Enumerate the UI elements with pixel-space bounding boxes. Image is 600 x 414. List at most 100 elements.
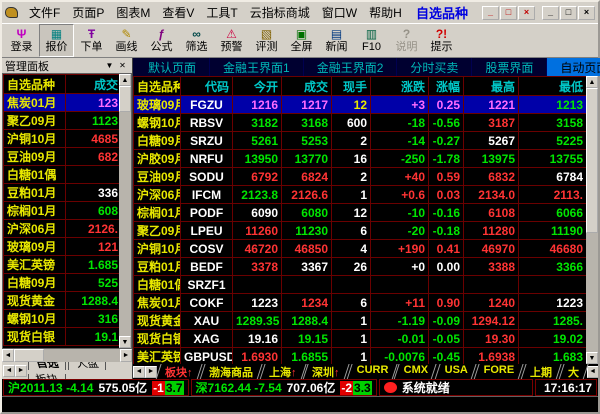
news-button[interactable]: ▤ 新闻: [319, 24, 354, 57]
market-tab-渤海商品[interactable]: 渤海商品: [198, 364, 263, 379]
tabs-scroll-left-icon[interactable]: ◄: [586, 365, 598, 378]
quote-vertical-scrollbar[interactable]: ▲ ▼: [586, 76, 598, 364]
watchlist-row[interactable]: 沪深06月 2126.: [3, 219, 119, 238]
tabs-scroll-left-icon[interactable]: ◄: [3, 364, 15, 377]
watchlist-row[interactable]: 焦炭01月 123: [3, 93, 119, 112]
menubar-item[interactable]: 页面P: [66, 5, 110, 21]
page-tab[interactable]: 金融王界面2: [304, 58, 398, 76]
market-tab-上期[interactable]: 上期: [519, 364, 562, 379]
market-tab-深圳[interactable]: 深圳↑: [302, 364, 350, 379]
column-header[interactable]: 最高: [463, 76, 519, 96]
market-tab-FORE[interactable]: FORE: [473, 364, 524, 379]
quote-row[interactable]: 现货白银 XAG 19.16 19.15 1 -0.01 -0.05 19.30 19.02: [133, 329, 586, 348]
quotes-button[interactable]: ▦ 报价: [39, 24, 74, 57]
quote-row[interactable]: 螺钢10月RBSV31823168600-18-0.5631873158: [133, 113, 586, 132]
quote-row[interactable]: 现货黄金 XAU 1289.35 1288.4 1 -1.19 -0.09 1294.12 12…: [133, 311, 586, 330]
tips-button[interactable]: ?! 提示: [424, 24, 459, 57]
evaluate-button[interactable]: ▧ 评测: [249, 24, 284, 57]
watchlist-row[interactable]: 螺钢10月 316: [3, 309, 119, 328]
watchlist-horizontal-scrollbar[interactable]: ◄ ►: [2, 349, 132, 362]
column-header[interactable]: 涨幅: [428, 76, 464, 96]
draw-line-button[interactable]: ✎ 画线: [109, 24, 144, 57]
tabs-scroll-right-icon[interactable]: ►: [145, 365, 157, 378]
login-button[interactable]: Ψ 登录: [4, 24, 39, 57]
scroll-down-icon[interactable]: ▼: [586, 352, 598, 364]
column-header[interactable]: 最低: [518, 76, 586, 96]
alert-button[interactable]: ⚠ 预警: [214, 24, 249, 57]
watchlist-row[interactable]: 现货黄金 1288.4: [3, 291, 119, 310]
market-tab-USA[interactable]: USA: [434, 364, 477, 379]
menubar-item[interactable]: 工具T: [200, 5, 243, 21]
column-header[interactable]: 成交: [281, 76, 332, 96]
column-header[interactable]: 自选品种: [3, 74, 66, 94]
menubar-item[interactable]: 云指标商城: [244, 5, 316, 21]
fullscreen-button[interactable]: ▣ 全屏: [284, 24, 319, 57]
close-icon[interactable]: ×: [578, 5, 595, 20]
formula-button[interactable]: ƒ 公式: [144, 24, 179, 57]
quote-row[interactable]: 豆粕01月BEDF3378336726+00.0033883366: [133, 257, 586, 276]
watchlist-row[interactable]: 聚乙09月 1123: [3, 111, 119, 130]
tabs-scroll-right-icon[interactable]: ►: [15, 364, 27, 377]
watchlist-row[interactable]: 豆油09月 682: [3, 147, 119, 166]
page-tab[interactable]: 金融王界面1: [210, 58, 304, 76]
scroll-thumb[interactable]: [586, 88, 598, 233]
restore-icon[interactable]: □: [560, 5, 577, 20]
menubar-item[interactable]: 窗口W: [316, 5, 363, 21]
quote-row[interactable]: 焦炭01月COKF122312346+110.9012401223: [133, 293, 586, 312]
column-header[interactable]: 成交: [65, 74, 119, 94]
scroll-right-icon[interactable]: ►: [120, 349, 132, 362]
close-icon[interactable]: ×: [518, 5, 535, 20]
menubar-item[interactable]: 查看V: [156, 5, 200, 21]
watchlist-vertical-scrollbar[interactable]: ▲ ▼: [119, 74, 131, 348]
watchlist-row[interactable]: 豆粕01月 336: [3, 183, 119, 202]
page-tab[interactable]: 默认页面: [135, 58, 211, 76]
scroll-thumb[interactable]: [119, 86, 131, 112]
column-header[interactable]: 涨跌: [370, 76, 429, 96]
panel-close-icon[interactable]: ✕: [116, 60, 129, 72]
watchlist-row[interactable]: 玻璃09月 121: [3, 237, 119, 256]
screener-button[interactable]: ∞ 筛选: [179, 24, 214, 57]
watchlist-row[interactable]: 现货白银 19.1: [3, 327, 119, 346]
page-tab[interactable]: 自动页面: [547, 58, 600, 76]
panel-dropdown-icon[interactable]: ▼: [103, 60, 116, 72]
watchlist-tab-大盘[interactable]: 大盘: [68, 362, 106, 370]
scroll-thumb[interactable]: [14, 349, 44, 362]
market-tab-大[interactable]: 大: [557, 364, 589, 379]
column-header[interactable]: 今开: [232, 76, 282, 96]
column-header[interactable]: 自选品种: [133, 76, 181, 96]
tabs-scroll-left-icon[interactable]: ◄: [133, 365, 145, 378]
scroll-left-icon[interactable]: ◄: [2, 349, 14, 362]
minimize-icon[interactable]: _: [542, 5, 559, 20]
f10-button[interactable]: ▥ F10: [354, 24, 389, 57]
watchlist-row[interactable]: 棕榈01月 608: [3, 201, 119, 220]
quote-row[interactable]: 豆油09月SODU679268242+400.5968326784: [133, 167, 586, 186]
menubar-item[interactable]: 图表M: [110, 5, 156, 21]
quote-row[interactable]: 沪胶09月NRFU139501377016-250-1.781397513755: [133, 149, 586, 168]
quote-row[interactable]: 聚乙09月LPEU11260112306-20-0.181128011190: [133, 221, 586, 240]
market-tab-上海[interactable]: 上海↑: [258, 364, 306, 379]
page-tab[interactable]: 分时买卖: [397, 58, 473, 76]
quote-row[interactable]: 玻璃09月FGZU1216121712+30.2512211213: [133, 95, 586, 114]
order-button[interactable]: Ŧ 下单: [74, 24, 109, 57]
scroll-up-icon[interactable]: ▲: [119, 74, 131, 86]
restore-icon[interactable]: □: [500, 5, 517, 20]
page-tab[interactable]: 股票界面: [472, 58, 548, 76]
minimize-icon[interactable]: _: [482, 5, 499, 20]
quote-row[interactable]: 棕榈01月PODF6090608012-10-0.1661086066: [133, 203, 586, 222]
market-tab-CMX[interactable]: CMX: [393, 364, 438, 379]
quote-row[interactable]: 白糖09月SRZU526152532-14-0.2752675225: [133, 131, 586, 150]
menubar-item[interactable]: 文件F: [23, 5, 66, 21]
quote-row[interactable]: 白糖01偶SRZF1: [133, 275, 586, 294]
scroll-down-icon[interactable]: ▼: [119, 336, 131, 348]
market-tab-CURR[interactable]: CURR: [345, 364, 397, 379]
quote-row[interactable]: 美汇英镑 GBPUSD 1.6930 1.6855 1 -0.0076 -0.45 1.693…: [133, 347, 586, 364]
watchlist-row[interactable]: 沪铜10月 4685: [3, 129, 119, 148]
quote-row[interactable]: 沪深06月IFCM2123.82126.61+0.60.032134.02113…: [133, 185, 586, 204]
market-tab-板块[interactable]: 板块↑: [155, 364, 203, 379]
watchlist-tab-自选[interactable]: 自选: [28, 362, 66, 370]
column-header[interactable]: 代码: [180, 76, 233, 96]
watchlist-row[interactable]: 白糖09月 525: [3, 273, 119, 292]
quote-row[interactable]: 沪铜10月COSV46720468504+1900.414697046680: [133, 239, 586, 258]
watchlist-row[interactable]: 白糖01偶: [3, 165, 119, 184]
scroll-up-icon[interactable]: ▲: [586, 76, 598, 88]
